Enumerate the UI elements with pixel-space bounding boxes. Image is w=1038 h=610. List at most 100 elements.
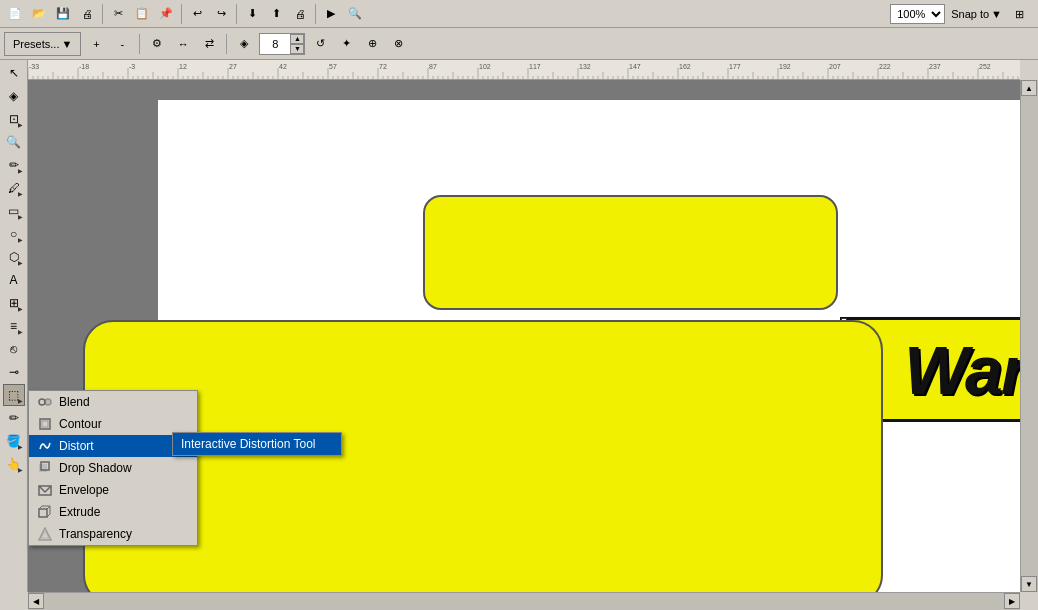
presets-button[interactable]: Presets... ▼ xyxy=(4,32,81,56)
freehand-tool[interactable]: ✏▶ xyxy=(3,154,25,176)
option3-btn[interactable]: ⇄ xyxy=(198,33,220,55)
envelope-icon xyxy=(37,482,53,498)
presets-arrow: ▼ xyxy=(61,38,72,50)
redo-btn[interactable]: ↪ xyxy=(210,3,232,25)
menu-label-dropshadow: Drop Shadow xyxy=(59,461,189,475)
new-btn[interactable]: 📄 xyxy=(4,3,26,25)
extrude-icon xyxy=(37,504,53,520)
ruler-h-canvas xyxy=(28,60,1020,80)
table-tool[interactable]: ⊞▶ xyxy=(3,292,25,314)
ruler-horizontal xyxy=(28,60,1020,80)
snap-to-group: Snap to ▼ xyxy=(951,8,1002,20)
polygon-tool[interactable]: ⬡▶ xyxy=(3,246,25,268)
contour-icon xyxy=(37,416,53,432)
copy-btn[interactable]: 📋 xyxy=(131,3,153,25)
menu-label-envelope: Envelope xyxy=(59,483,189,497)
submenu: Interactive Distortion Tool xyxy=(172,432,342,456)
print-btn[interactable]: 🖨 xyxy=(76,3,98,25)
spin-down[interactable]: ▼ xyxy=(290,44,304,54)
warning-text: Warning xyxy=(904,331,1020,409)
parallel-tool[interactable]: ≡▶ xyxy=(3,315,25,337)
zoom-tool[interactable]: 🔍 xyxy=(3,131,25,153)
crop-tool[interactable]: ⊡▶ xyxy=(3,108,25,130)
svg-rect-3 xyxy=(42,421,48,427)
scroll-right[interactable]: ▲ ▼ xyxy=(1020,80,1038,592)
number-input[interactable] xyxy=(260,34,290,54)
del-preset-btn[interactable]: - xyxy=(111,33,133,55)
apply-btn[interactable]: ↺ xyxy=(309,33,331,55)
menu-label-transparency: Transparency xyxy=(59,527,189,541)
select-tool[interactable]: ↖ xyxy=(3,62,25,84)
measure-tool[interactable]: ⊸ xyxy=(3,361,25,383)
rect-tool[interactable]: ▭▶ xyxy=(3,200,25,222)
grid-btn[interactable]: ⊞ xyxy=(1008,3,1030,25)
settings-btn[interactable]: ⚙ xyxy=(146,33,168,55)
svg-rect-4 xyxy=(39,464,47,472)
sep1 xyxy=(102,4,103,24)
option8-btn[interactable]: ⊗ xyxy=(387,33,409,55)
scroll-up-btn[interactable]: ▲ xyxy=(1021,80,1037,96)
add-preset-btn[interactable]: + xyxy=(85,33,107,55)
sep3 xyxy=(236,4,237,24)
preview-btn[interactable]: ▶ xyxy=(320,3,342,25)
context-menu: Blend Contour Distort ▶ Drop Shadow Enve… xyxy=(28,390,198,546)
interactive-tool[interactable]: ⬚▶ xyxy=(3,384,25,406)
scroll-down-btn[interactable]: ▼ xyxy=(1021,576,1037,592)
snap-arrow: ▼ xyxy=(991,8,1002,20)
menu-label-extrude: Extrude xyxy=(59,505,189,519)
zoom-select[interactable]: 100% 75% 150% xyxy=(890,4,945,24)
menu-item-envelope[interactable]: Envelope xyxy=(29,479,197,501)
spin-up[interactable]: ▲ xyxy=(290,34,304,44)
sep5 xyxy=(139,34,140,54)
menu-item-transparency[interactable]: Transparency xyxy=(29,523,197,545)
sep2 xyxy=(181,4,182,24)
paste-btn[interactable]: 📌 xyxy=(155,3,177,25)
sep6 xyxy=(226,34,227,54)
scroll-left-btn[interactable]: ◀ xyxy=(28,593,44,609)
option4-btn[interactable]: ◈ xyxy=(233,33,255,55)
menu-label-blend: Blend xyxy=(59,395,189,409)
undo-btn[interactable]: ↩ xyxy=(186,3,208,25)
transparency-icon xyxy=(37,526,53,542)
submenu-label: Interactive Distortion Tool xyxy=(181,437,333,451)
snap-label: Snap to xyxy=(951,8,989,20)
smartdraw-tool[interactable]: 🖊▶ xyxy=(3,177,25,199)
save-btn[interactable]: 💾 xyxy=(52,3,74,25)
node-tool[interactable]: ◈ xyxy=(3,85,25,107)
svg-point-0 xyxy=(39,399,45,405)
warning-top-shape: Warning xyxy=(423,195,838,310)
menu-item-extrude[interactable]: Extrude xyxy=(29,501,197,523)
print2-btn[interactable]: 🖨 xyxy=(289,3,311,25)
options-bar: Presets... ▼ + - ⚙ ↔ ⇄ ◈ ▲ ▼ ↺ ✦ ⊕ ⊗ xyxy=(0,28,1038,60)
cut-btn[interactable]: ✂ xyxy=(107,3,129,25)
smudge-tool[interactable]: 👆▶ xyxy=(3,453,25,475)
open-btn[interactable]: 📂 xyxy=(28,3,50,25)
option2-btn[interactable]: ↔ xyxy=(172,33,194,55)
scroll-bottom[interactable]: ◀ ▶ xyxy=(28,592,1020,610)
warning-main-shape xyxy=(83,320,883,592)
zoomin-btn[interactable]: 🔍 xyxy=(344,3,366,25)
ellipse-tool[interactable]: ○▶ xyxy=(3,223,25,245)
menu-label-contour: Contour xyxy=(59,417,189,431)
sep4 xyxy=(315,4,316,24)
spinner: ▲ ▼ xyxy=(290,34,304,54)
menu-label-distort: Distort xyxy=(59,439,174,453)
option7-btn[interactable]: ⊕ xyxy=(361,33,383,55)
connector-tool[interactable]: ⎋ xyxy=(3,338,25,360)
svg-rect-7 xyxy=(39,509,47,517)
fill-tool[interactable]: 🪣▶ xyxy=(3,430,25,452)
dropper-tool[interactable]: ✏ xyxy=(3,407,25,429)
option6-btn[interactable]: ✦ xyxy=(335,33,357,55)
distort-icon xyxy=(37,438,53,454)
export-btn[interactable]: ⬆ xyxy=(265,3,287,25)
dropshadow-icon xyxy=(37,460,53,476)
import-btn[interactable]: ⬇ xyxy=(241,3,263,25)
svg-point-1 xyxy=(45,399,51,405)
menu-item-blend[interactable]: Blend xyxy=(29,391,197,413)
submenu-item-interactive-distortion[interactable]: Interactive Distortion Tool xyxy=(173,433,341,455)
left-toolbar: ↖ ◈ ⊡▶ 🔍 ✏▶ 🖊▶ ▭▶ ○▶ ⬡▶ A ⊞▶ ≡▶ ⎋ ⊸ ⬚▶ ✏… xyxy=(0,60,28,592)
text-tool[interactable]: A xyxy=(3,269,25,291)
top-toolbar: 📄 📂 💾 🖨 ✂ 📋 📌 ↩ ↪ ⬇ ⬆ 🖨 ▶ 🔍 100% 75% 150… xyxy=(0,0,1038,28)
scroll-right-btn[interactable]: ▶ xyxy=(1004,593,1020,609)
menu-item-dropshadow[interactable]: Drop Shadow xyxy=(29,457,197,479)
